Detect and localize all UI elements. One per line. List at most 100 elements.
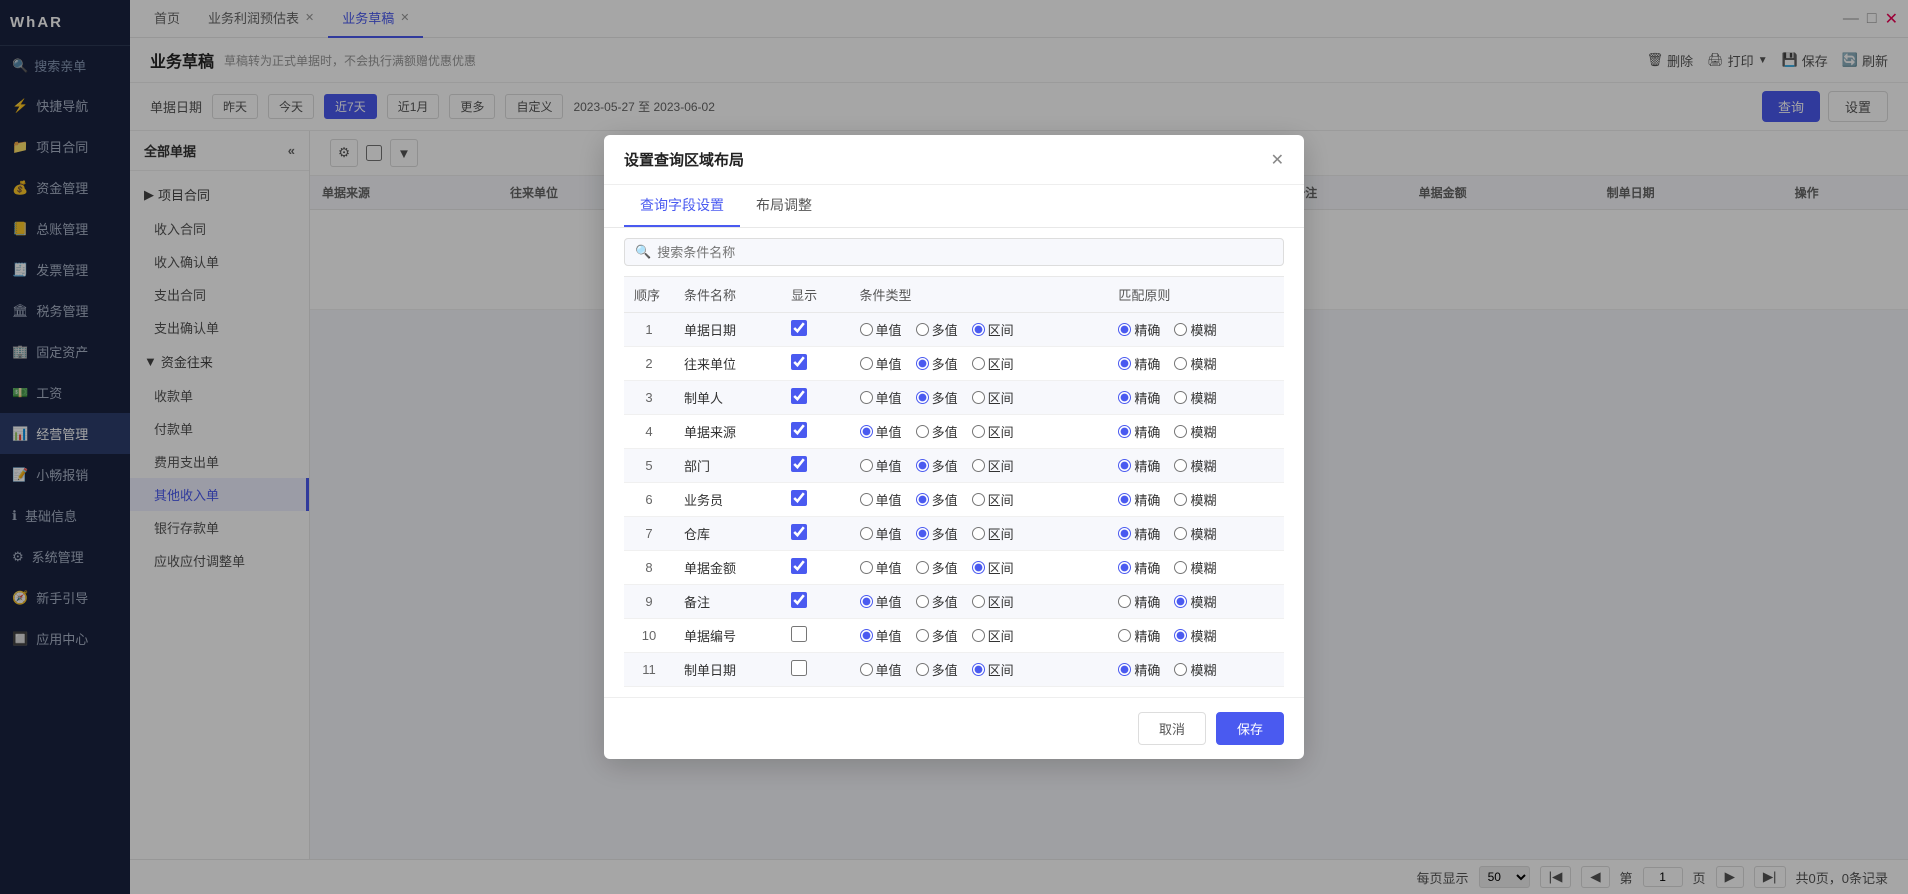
multiple-radio[interactable] — [916, 629, 929, 642]
show-checkbox-cell[interactable] — [781, 653, 849, 687]
range-radio-label[interactable]: 区间 — [972, 422, 1014, 441]
range-radio-label[interactable]: 区间 — [972, 660, 1014, 679]
single-radio[interactable] — [860, 459, 873, 472]
single-radio[interactable] — [860, 595, 873, 608]
single-radio[interactable] — [860, 425, 873, 438]
fuzzy-radio-label[interactable]: 模糊 — [1174, 660, 1216, 679]
show-checkbox-cell[interactable] — [781, 415, 849, 449]
show-checkbox[interactable] — [791, 320, 807, 336]
condition-search-input[interactable] — [657, 245, 1273, 260]
range-radio[interactable] — [972, 459, 985, 472]
multiple-radio-label[interactable]: 多值 — [916, 456, 958, 475]
range-radio[interactable] — [972, 629, 985, 642]
dialog-tab-query-fields[interactable]: 查询字段设置 — [624, 185, 740, 227]
dialog-tab-layout[interactable]: 布局调整 — [740, 185, 828, 227]
multiple-radio-label[interactable]: 多值 — [916, 320, 958, 339]
single-radio-label[interactable]: 单值 — [860, 524, 902, 543]
show-checkbox-cell[interactable] — [781, 313, 849, 347]
fuzzy-radio-label[interactable]: 模糊 — [1174, 354, 1216, 373]
multiple-radio[interactable] — [916, 425, 929, 438]
dialog-close-btn[interactable]: ✕ — [1271, 150, 1284, 170]
multiple-radio-label[interactable]: 多值 — [916, 558, 958, 577]
exact-radio-label[interactable]: 精确 — [1118, 660, 1160, 679]
multiple-radio[interactable] — [916, 561, 929, 574]
fuzzy-radio[interactable] — [1174, 425, 1187, 438]
save-dialog-button[interactable]: 保存 — [1216, 712, 1284, 745]
single-radio-label[interactable]: 单值 — [860, 456, 902, 475]
single-radio-label[interactable]: 单值 — [860, 388, 902, 407]
exact-radio[interactable] — [1118, 629, 1131, 642]
show-checkbox[interactable] — [791, 558, 807, 574]
exact-radio-label[interactable]: 精确 — [1118, 388, 1160, 407]
single-radio-label[interactable]: 单值 — [860, 558, 902, 577]
show-checkbox-cell[interactable] — [781, 551, 849, 585]
exact-radio-label[interactable]: 精确 — [1118, 422, 1160, 441]
single-radio-label[interactable]: 单值 — [860, 354, 902, 373]
single-radio[interactable] — [860, 629, 873, 642]
exact-radio[interactable] — [1118, 391, 1131, 404]
range-radio-label[interactable]: 区间 — [972, 626, 1014, 645]
fuzzy-radio[interactable] — [1174, 561, 1187, 574]
show-checkbox-cell[interactable] — [781, 619, 849, 653]
range-radio[interactable] — [972, 425, 985, 438]
fuzzy-radio-label[interactable]: 模糊 — [1174, 456, 1216, 475]
single-radio-label[interactable]: 单值 — [860, 320, 902, 339]
range-radio-label[interactable]: 区间 — [972, 354, 1014, 373]
single-radio-label[interactable]: 单值 — [860, 422, 902, 441]
exact-radio[interactable] — [1118, 527, 1131, 540]
range-radio[interactable] — [972, 561, 985, 574]
fuzzy-radio[interactable] — [1174, 357, 1187, 370]
range-radio[interactable] — [972, 527, 985, 540]
multiple-radio[interactable] — [916, 357, 929, 370]
single-radio-label[interactable]: 单值 — [860, 660, 902, 679]
fuzzy-radio-label[interactable]: 模糊 — [1174, 490, 1216, 509]
fuzzy-radio[interactable] — [1174, 323, 1187, 336]
fuzzy-radio[interactable] — [1174, 595, 1187, 608]
multiple-radio-label[interactable]: 多值 — [916, 422, 958, 441]
fuzzy-radio-label[interactable]: 模糊 — [1174, 422, 1216, 441]
show-checkbox[interactable] — [791, 660, 807, 676]
multiple-radio[interactable] — [916, 459, 929, 472]
range-radio[interactable] — [972, 391, 985, 404]
multiple-radio[interactable] — [916, 391, 929, 404]
show-checkbox[interactable] — [791, 524, 807, 540]
single-radio-label[interactable]: 单值 — [860, 490, 902, 509]
multiple-radio[interactable] — [916, 663, 929, 676]
single-radio-label[interactable]: 单值 — [860, 626, 902, 645]
exact-radio-label[interactable]: 精确 — [1118, 320, 1160, 339]
show-checkbox[interactable] — [791, 490, 807, 506]
exact-radio-label[interactable]: 精确 — [1118, 354, 1160, 373]
single-radio[interactable] — [860, 493, 873, 506]
range-radio[interactable] — [972, 323, 985, 336]
multiple-radio-label[interactable]: 多值 — [916, 490, 958, 509]
range-radio-label[interactable]: 区间 — [972, 558, 1014, 577]
multiple-radio-label[interactable]: 多值 — [916, 592, 958, 611]
fuzzy-radio-label[interactable]: 模糊 — [1174, 626, 1216, 645]
fuzzy-radio[interactable] — [1174, 459, 1187, 472]
exact-radio[interactable] — [1118, 561, 1131, 574]
multiple-radio-label[interactable]: 多值 — [916, 354, 958, 373]
show-checkbox[interactable] — [791, 354, 807, 370]
range-radio-label[interactable]: 区间 — [972, 320, 1014, 339]
range-radio[interactable] — [972, 663, 985, 676]
show-checkbox-cell[interactable] — [781, 517, 849, 551]
exact-radio[interactable] — [1118, 357, 1131, 370]
exact-radio-label[interactable]: 精确 — [1118, 456, 1160, 475]
exact-radio-label[interactable]: 精确 — [1118, 524, 1160, 543]
show-checkbox[interactable] — [791, 592, 807, 608]
exact-radio[interactable] — [1118, 459, 1131, 472]
fuzzy-radio[interactable] — [1174, 629, 1187, 642]
exact-radio-label[interactable]: 精确 — [1118, 626, 1160, 645]
show-checkbox[interactable] — [791, 626, 807, 642]
multiple-radio[interactable] — [916, 323, 929, 336]
exact-radio-label[interactable]: 精确 — [1118, 558, 1160, 577]
exact-radio-label[interactable]: 精确 — [1118, 592, 1160, 611]
exact-radio[interactable] — [1118, 663, 1131, 676]
show-checkbox-cell[interactable] — [781, 347, 849, 381]
range-radio-label[interactable]: 区间 — [972, 524, 1014, 543]
fuzzy-radio[interactable] — [1174, 493, 1187, 506]
show-checkbox-cell[interactable] — [781, 449, 849, 483]
single-radio[interactable] — [860, 357, 873, 370]
multiple-radio-label[interactable]: 多值 — [916, 388, 958, 407]
multiple-radio-label[interactable]: 多值 — [916, 660, 958, 679]
